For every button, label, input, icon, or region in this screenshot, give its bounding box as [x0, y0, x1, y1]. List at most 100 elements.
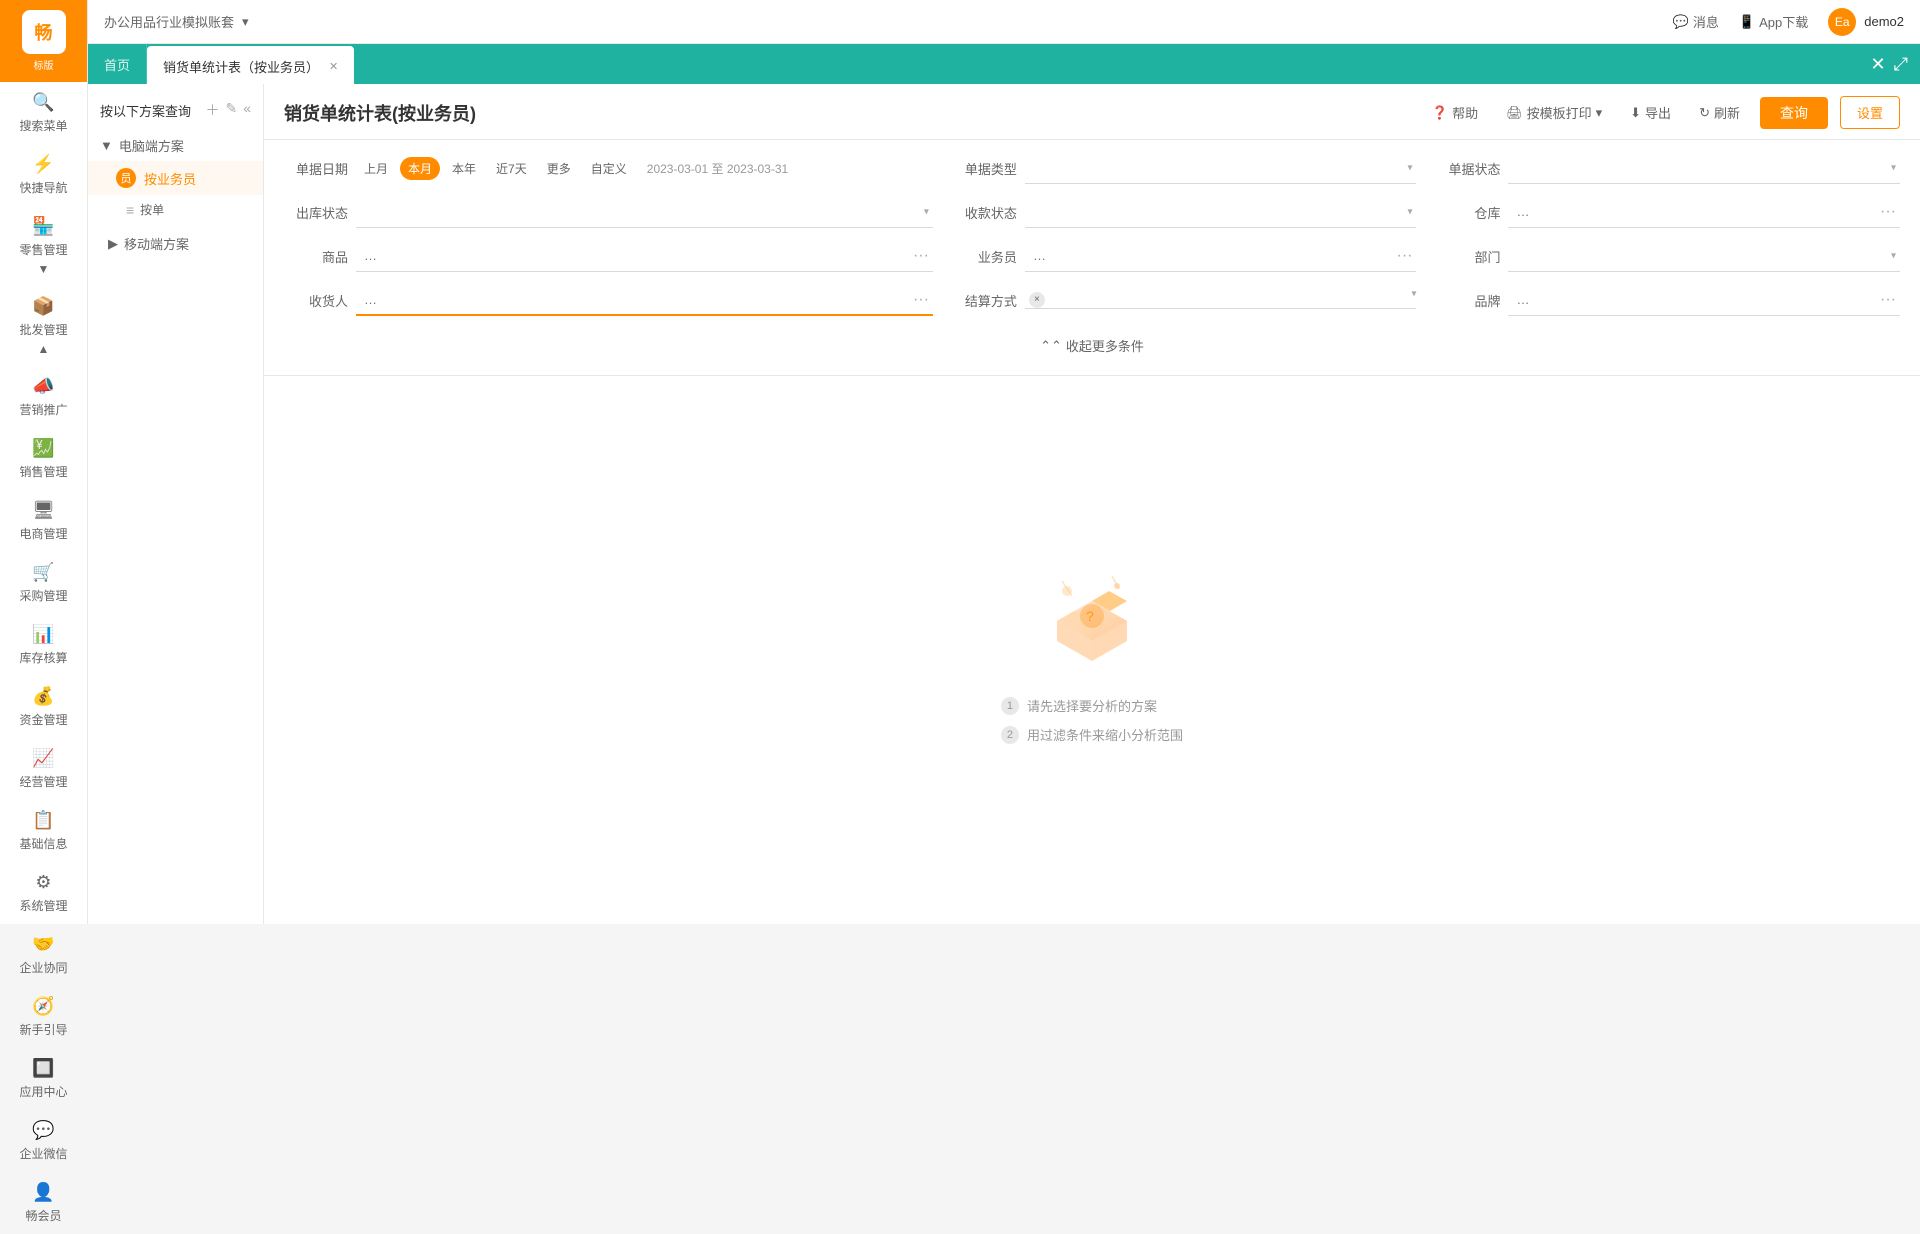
mobile-group-arrow: ▶ [108, 236, 118, 252]
left-panel-icons: ＋ ✎ « [205, 100, 251, 120]
message-btn[interactable]: 💬 消息 [1673, 12, 1719, 31]
sidebar-item-marketing[interactable]: 📣 营销推广 [0, 366, 87, 428]
filter-product: 商品 ··· [284, 240, 933, 272]
warehouse-input[interactable] [1508, 196, 1900, 228]
sidebar-quicknav[interactable]: ⚡ 快捷导航 [0, 144, 87, 206]
breadcrumb-dropdown[interactable]: ▾ [242, 14, 249, 30]
sidebar-item-purchase[interactable]: 🛒 采购管理 [0, 552, 87, 614]
export-btn[interactable]: ⬇ 导出 [1622, 99, 1679, 126]
top-bar-left: 办公用品行业模拟账套 ▾ [104, 12, 249, 31]
department-select[interactable] [1508, 240, 1900, 272]
product-input[interactable] [356, 240, 933, 272]
sidebar-marketing-label: 营销推广 [19, 401, 67, 418]
refresh-btn[interactable]: ↻ 刷新 [1691, 99, 1748, 126]
tab-home[interactable]: 首页 [88, 44, 147, 84]
settings-button[interactable]: 设置 [1840, 96, 1900, 129]
doc-status-control: ▾ [1508, 152, 1900, 184]
tab-sales-stats[interactable]: 销货单统计表（按业务员） ✕ [147, 46, 354, 86]
brand-input[interactable] [1508, 284, 1900, 316]
breadcrumb-text: 办公用品行业模拟账套 [104, 12, 234, 31]
ship-status-select[interactable] [356, 196, 933, 228]
sidebar-search[interactable]: 🔍 搜索菜单 [0, 82, 87, 144]
appstore-icon: 🔲 [32, 1058, 54, 1079]
staff-input[interactable] [1025, 240, 1417, 272]
recipient-input[interactable] [356, 284, 933, 316]
date-range-display: 2023-03-01 至 2023-03-31 [647, 160, 788, 177]
desktop-group-header[interactable]: ▼ 电脑端方案 [88, 130, 263, 161]
staff-dots[interactable]: ··· [1392, 247, 1416, 265]
brand-dots[interactable]: ··· [1876, 291, 1900, 309]
date-tab-last-month[interactable]: 上月 [356, 157, 396, 180]
date-tab-this-month[interactable]: 本月 [400, 157, 440, 180]
sidebar-item-operations[interactable]: 📈 经营管理 [0, 738, 87, 800]
empty-state: ? 1 请先选择要分析的方案 2 用过滤条件来缩小 [264, 376, 1920, 924]
search-icon: 🔍 [32, 92, 54, 113]
doc-status-label: 单据状态 [1436, 159, 1508, 178]
sidebar-item-appstore[interactable]: 🔲 应用中心 [0, 1048, 87, 1110]
staff-label: 业务员 [953, 247, 1025, 266]
filter-date: 单据日期 上月 本月 本年 近7天 更多 自定义 [284, 157, 933, 180]
collapse-arrow-icon: ⌃⌃ [1040, 338, 1062, 354]
query-button[interactable]: 查询 [1760, 97, 1828, 129]
user-profile[interactable]: Ea demo2 [1828, 8, 1904, 36]
sidebar-inventory-label: 库存核算 [19, 649, 67, 666]
sidebar-item-inventory[interactable]: 📊 库存核算 [0, 614, 87, 676]
tab-maximize-icon[interactable]: ⤢ [1894, 54, 1908, 75]
payment-arrow: ▾ [1411, 289, 1416, 300]
sidebar-item-basic[interactable]: 📋 基础信息 [0, 800, 87, 862]
help-btn[interactable]: ❓ 帮助 [1424, 99, 1486, 126]
recipient-dots[interactable]: ··· [909, 291, 933, 309]
user-name: demo2 [1864, 14, 1904, 29]
tab-close-all-icon[interactable]: ✕ [1871, 54, 1886, 75]
desktop-solutions-group: ▼ 电脑端方案 员 按业务员 ≡ 按单 [88, 130, 263, 224]
sidebar-item-newuser[interactable]: 🧭 新手引导 [0, 986, 87, 1048]
collapse-btn[interactable]: ⌃⌃ 收起更多条件 [1032, 328, 1152, 363]
sidebar-item-sales[interactable]: 💹 销售管理 [0, 428, 87, 490]
solution-item-by-staff[interactable]: 员 按业务员 [88, 161, 263, 195]
filter-row-3: 商品 ··· 业务员 ··· [284, 240, 1900, 272]
doc-type-label: 单据类型 [953, 159, 1025, 178]
product-dots[interactable]: ··· [909, 247, 933, 265]
sidebar-item-finance[interactable]: 💰 资金管理 [0, 676, 87, 738]
date-tab-custom[interactable]: 自定义 [583, 157, 635, 180]
mobile-group-header[interactable]: ▶ 移动端方案 [88, 228, 263, 259]
print-icon: 🖨 [1506, 105, 1523, 121]
filter-row-4: 收货人 ··· 结算方式 × ▾ [284, 284, 1900, 316]
tab-close-icon[interactable]: ✕ [329, 60, 338, 73]
warehouse-dots[interactable]: ··· [1876, 203, 1900, 221]
date-tab-more[interactable]: 更多 [539, 157, 579, 180]
payment-tag-close[interactable]: × [1029, 292, 1045, 308]
enterprise-icon: 🤝 [32, 934, 54, 955]
sidebar-item-system[interactable]: ⚙ 系统管理 [0, 862, 87, 924]
doc-status-select[interactable] [1508, 152, 1900, 184]
date-control: 上月 本月 本年 近7天 更多 自定义 2023-03-01 至 2023-03… [356, 157, 933, 180]
sidebar-item-wholesale[interactable]: 📦 批发管理 ▲ [0, 286, 87, 366]
filter-recipient: 收货人 ··· [284, 284, 933, 316]
collapse-panel-icon[interactable]: « [243, 100, 251, 120]
receipt-status-select[interactable] [1025, 196, 1417, 228]
sidebar-ecommerce-label: 电商管理 [19, 525, 67, 542]
help-label: 帮助 [1452, 103, 1478, 122]
page-title-row: 销货单统计表(按业务员) ❓ 帮助 🖨 按模板打印 ▾ ⬇ [284, 96, 1900, 139]
department-label: 部门 [1436, 247, 1508, 266]
retail-arrow: ▼ [38, 262, 50, 276]
template-print-btn[interactable]: 🖨 按模板打印 ▾ [1498, 99, 1610, 126]
sidebar-item-wechat[interactable]: 💬 企业微信 [0, 1110, 87, 1172]
sidebar-item-retail[interactable]: 🏪 零售管理 ▼ [0, 206, 87, 286]
staff-control: ··· [1025, 240, 1417, 272]
product-control: ··· [356, 240, 933, 272]
sidebar-item-enterprise[interactable]: 🤝 企业协同 [0, 924, 87, 986]
sidebar-item-ecommerce[interactable]: 🖥 电商管理 [0, 490, 87, 552]
doc-type-select[interactable] [1025, 152, 1417, 184]
app-download-btn[interactable]: 📱 App下载 [1739, 12, 1808, 31]
wechat-icon: 💬 [32, 1120, 54, 1141]
date-tab-last7[interactable]: 近7天 [488, 157, 535, 180]
sidebar-item-member[interactable]: 👤 畅会员 [0, 1172, 87, 1234]
edit-solution-icon[interactable]: ✎ [225, 100, 237, 120]
logo-tagline: 标版 [34, 57, 54, 72]
empty-illustration: ? [1032, 556, 1152, 676]
solution-sub-item-by-order[interactable]: ≡ 按单 [88, 195, 263, 224]
template-print-arrow: ▾ [1596, 105, 1603, 121]
date-tab-this-year[interactable]: 本年 [444, 157, 484, 180]
add-solution-icon[interactable]: ＋ [205, 100, 219, 120]
